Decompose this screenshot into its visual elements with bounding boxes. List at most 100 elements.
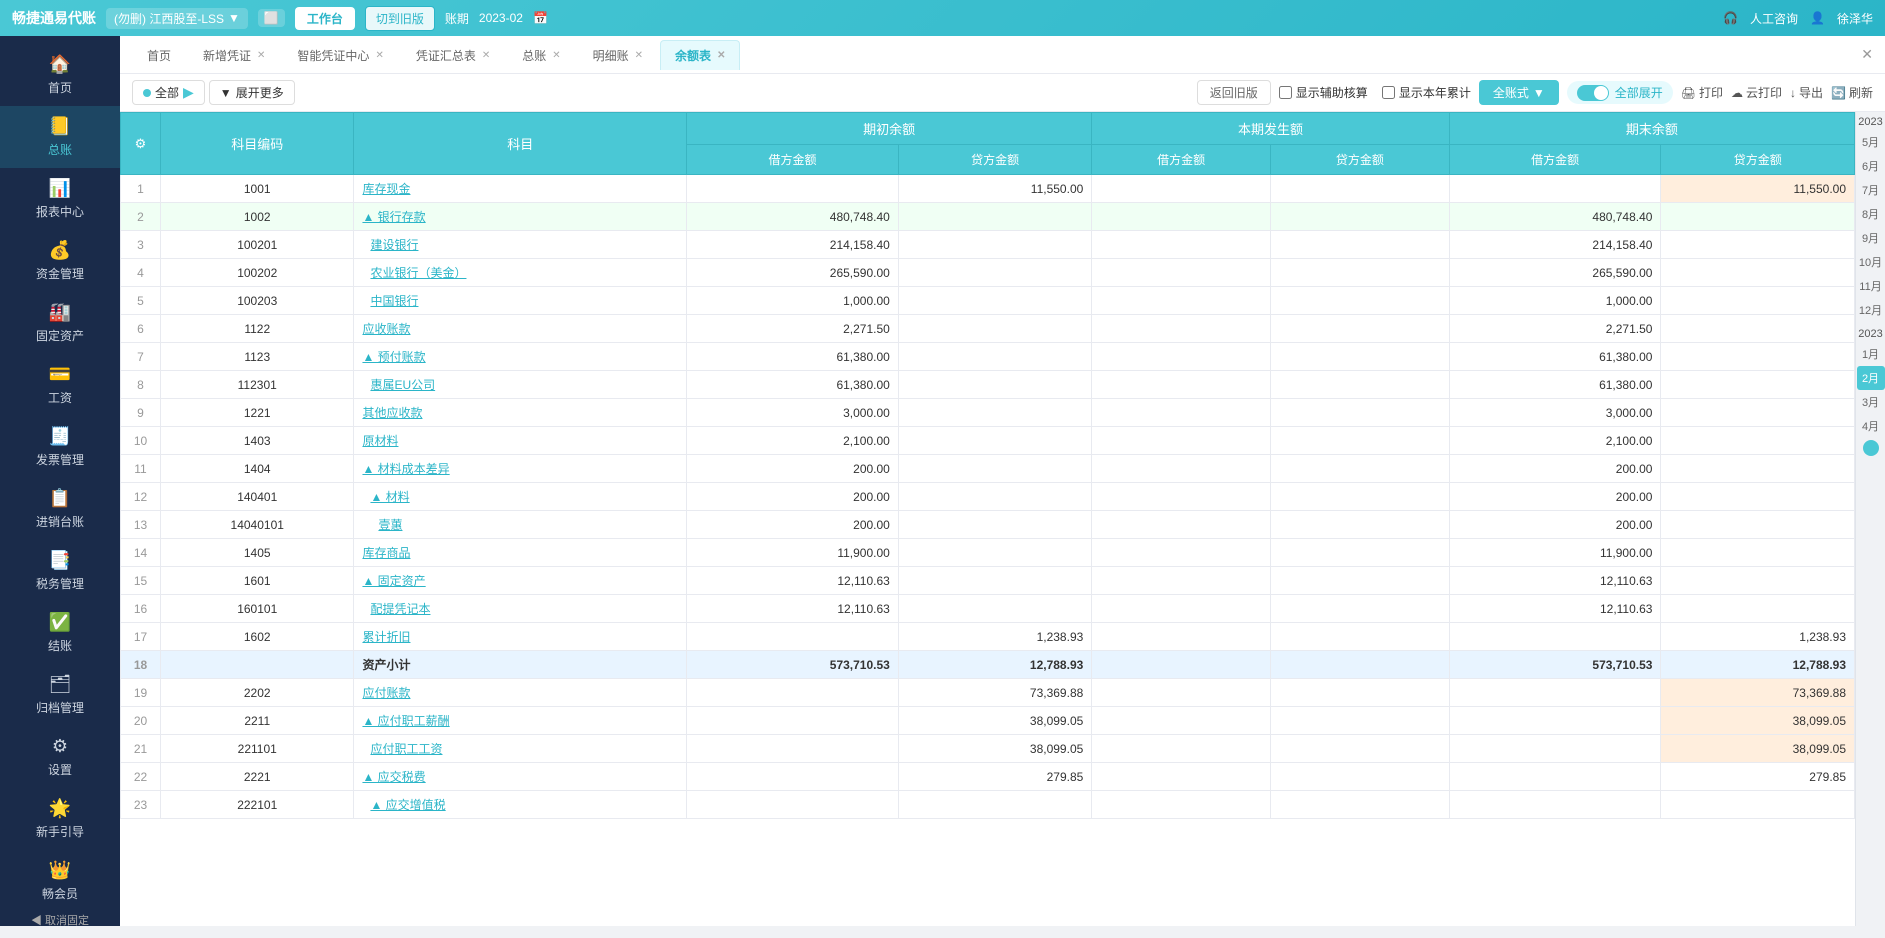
cell-name[interactable]: ▲ 应交增值税 [354,791,687,819]
month-8[interactable]: 8月 [1857,202,1885,226]
sidebar-item-home[interactable]: 🏠 首页 [0,44,120,106]
checkbox-aux-input[interactable] [1279,86,1292,99]
print-button[interactable]: 🖨 打印 [1681,84,1723,101]
cloud-print-button[interactable]: ☁ 云打印 [1731,84,1782,101]
cell-name[interactable]: ▲ 应交税费 [354,763,687,791]
month-11[interactable]: 11月 [1857,274,1885,298]
sidebar-item-member[interactable]: 👑 畅会员 [0,850,120,912]
cell-name[interactable]: ▲ 预付账款 [354,343,687,371]
close-voucher-summary-icon[interactable]: ✕ [482,50,490,61]
toggle-switch[interactable] [1577,85,1609,101]
close-detail-icon[interactable]: ✕ [635,50,643,61]
month-5[interactable]: 5月 [1857,130,1885,154]
sidebar-item-assets[interactable]: 🏭 固定资产 [0,292,120,354]
month-9[interactable]: 9月 [1857,226,1885,250]
cell-name[interactable]: 库存商品 [354,539,687,567]
sidebar-item-purchase[interactable]: 📋 进销台账 [0,478,120,540]
month-12[interactable]: 12月 [1857,298,1885,322]
expand-button[interactable]: ▼ 展开更多 [209,80,295,105]
close-new-voucher-icon[interactable]: ✕ [257,50,265,61]
style-button[interactable]: 全账式 ▼ [1479,80,1559,105]
cell-name[interactable]: 农业银行（美金） [354,259,687,287]
user-service-label[interactable]: 人工咨询 [1750,10,1798,27]
export-button[interactable]: ↓ 导出 [1790,84,1823,101]
cell-name[interactable]: ▲ 银行存款 [354,203,687,231]
month-4[interactable]: 4月 [1857,414,1885,438]
cell-name[interactable]: 应付职工工资 [354,735,687,763]
tab-voucher-summary[interactable]: 凭证汇总表 ✕ [401,40,505,70]
sidebar-item-salary[interactable]: 💳 工资 [0,354,120,416]
return-old-button[interactable]: 返回旧版 [1197,80,1271,105]
sidebar-item-invoice[interactable]: 🧾 发票管理 [0,416,120,478]
month-1[interactable]: 1月 [1857,342,1885,366]
sidebar-label-settings: 设置 [48,761,72,778]
cell-name[interactable]: 配提凭记本 [354,595,687,623]
cell-ob-debit: 1,000.00 [687,287,899,315]
tab-smart-center[interactable]: 智能凭证中心 ✕ [282,40,398,70]
copy-icon[interactable]: ⬜ [258,9,285,27]
cell-name[interactable]: ▲ 材料 [354,483,687,511]
cell-curr-credit [1270,483,1449,511]
filter-all-button[interactable]: 全部 ▶ [132,80,205,105]
cell-name[interactable]: ▲ 固定资产 [354,567,687,595]
company-selector[interactable]: (勿删) 江西股至-LSS ▼ [106,8,248,29]
sidebar-item-guide[interactable]: 🌟 新手引导 [0,788,120,850]
tab-voucher-summary-label: 凭证汇总表 [416,47,476,64]
cell-name[interactable]: 应收账款 [354,315,687,343]
switch-version-button[interactable]: 切到旧版 [365,6,435,31]
close-smart-center-icon[interactable]: ✕ [375,50,383,61]
table-row: 151601▲ 固定资产12,110.6312,110.63 [121,567,1855,595]
table-row: 16160101配提凭记本12,110.6312,110.63 [121,595,1855,623]
sidebar-label-reports: 报表中心 [36,203,84,220]
tab-balance[interactable]: 余额表 ✕ [660,40,740,70]
tab-new-voucher[interactable]: 新增凭证 ✕ [188,40,280,70]
month-6[interactable]: 6月 [1857,154,1885,178]
cell-name[interactable]: ▲ 应付职工薪酬 [354,707,687,735]
checkbox-ytd[interactable]: 显示本年累计 [1382,84,1471,101]
sidebar-item-archive[interactable]: 🗂 归档管理 [0,664,120,726]
cell-ob-credit: 73,369.88 [898,679,1091,707]
close-balance-icon[interactable]: ✕ [717,50,725,61]
cell-name[interactable]: 惠属EU公司 [354,371,687,399]
cell-name[interactable]: 壹蕙 [354,511,687,539]
tab-ledger[interactable]: 总账 ✕ [507,40,575,70]
month-2[interactable]: 2月 [1857,366,1885,390]
workbench-button[interactable]: 工作台 [295,7,355,30]
cell-name[interactable]: 库存现金 [354,175,687,203]
cell-curr-debit [1092,259,1271,287]
sidebar-item-reports[interactable]: 📊 报表中心 [0,168,120,230]
cell-curr-credit [1270,763,1449,791]
close-ledger-icon[interactable]: ✕ [552,50,560,61]
cell-name[interactable]: 其他应收款 [354,399,687,427]
cell-name[interactable]: 建设银行 [354,231,687,259]
reports-icon: 📊 [49,178,71,199]
sidebar-item-settle[interactable]: ✅ 结账 [0,602,120,664]
panel-dot-button[interactable] [1863,440,1879,456]
cell-name[interactable]: ▲ 材料成本差异 [354,455,687,483]
sidebar-item-settings[interactable]: ⚙ 设置 [0,726,120,788]
col-settings[interactable]: ⚙ [121,113,161,175]
month-3[interactable]: 3月 [1857,390,1885,414]
cell-ob-credit [898,287,1091,315]
checkbox-aux[interactable]: 显示辅助核算 [1279,84,1368,101]
month-7[interactable]: 7月 [1857,178,1885,202]
close-all-tabs-icon[interactable]: ✕ [1861,46,1873,63]
cell-name[interactable]: 中国银行 [354,287,687,315]
tab-home[interactable]: 首页 [132,40,186,70]
sidebar-item-tax[interactable]: 📑 税务管理 [0,540,120,602]
month-10[interactable]: 10月 [1857,250,1885,274]
checkbox-ytd-input[interactable] [1382,86,1395,99]
cell-name[interactable]: 累计折旧 [354,623,687,651]
sidebar-item-ledger[interactable]: 📒 总账 [0,106,120,168]
export-label: 导出 [1799,84,1823,101]
cell-eb-credit: 12,788.93 [1661,651,1855,679]
cell-name[interactable]: 应付账款 [354,679,687,707]
sidebar-item-funds[interactable]: 💰 资金管理 [0,230,120,292]
cell-ob-debit [687,707,899,735]
cell-ob-debit: 214,158.40 [687,231,899,259]
cell-eb-debit [1449,707,1661,735]
cell-name[interactable]: 原材料 [354,427,687,455]
cell-no: 16 [121,595,161,623]
tab-detail[interactable]: 明细账 ✕ [578,40,658,70]
refresh-button[interactable]: 🔄 刷新 [1831,84,1873,101]
